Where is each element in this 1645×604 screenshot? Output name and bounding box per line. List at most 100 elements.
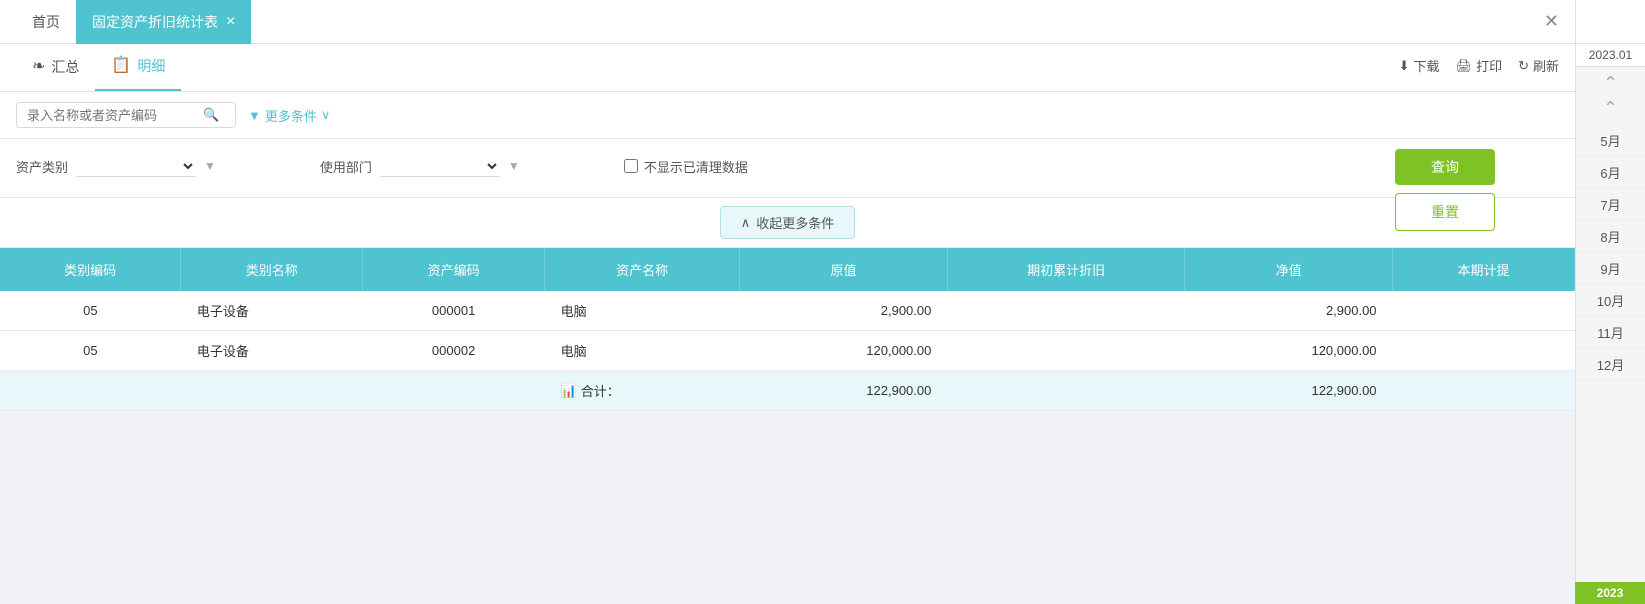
print-label: 打印 <box>1476 56 1502 75</box>
sidebar-top <box>1576 0 1645 44</box>
col-accum-depr: 期初累计折旧 <box>947 248 1185 291</box>
query-button[interactable]: 查询 <box>1395 149 1495 185</box>
total-net-value: 122,900.00 <box>1185 371 1393 411</box>
nav-tab-fixed-assets[interactable]: 固定资产折旧统计表 × <box>76 0 251 44</box>
more-conditions-toggle[interactable]: ▼ 更多条件 ∨ <box>248 106 330 125</box>
print-icon: 🖨 <box>1456 58 1473 74</box>
data-table-wrap: 类别编码 类别名称 资产编码 资产名称 原值 期初累计折旧 净值 本期计提 05… <box>0 248 1575 411</box>
nav-home[interactable]: 首页 <box>16 0 76 44</box>
cell-original: 120,000.00 <box>740 331 948 371</box>
cell-cat-name: 电子设备 <box>181 331 363 371</box>
window-close-icon[interactable]: ✕ <box>1544 11 1559 32</box>
col-net-value: 净值 <box>1185 248 1393 291</box>
sub-tabs-bar: ❧ 汇总 📋 明细 ⬇ 下载 🖨 打印 ↻ 刷新 <box>0 44 1575 92</box>
refresh-label: 刷新 <box>1533 56 1559 75</box>
refresh-icon: ↻ <box>1518 58 1529 74</box>
total-text: 合计： <box>581 381 620 400</box>
refresh-button[interactable]: ↻ 刷新 <box>1518 56 1559 75</box>
asset-type-select[interactable] <box>76 155 196 177</box>
filter-icon: ▼ <box>248 108 261 123</box>
cell-accum-depr <box>947 291 1185 331</box>
more-conditions-label: 更多条件 <box>265 106 317 125</box>
nav-tab-label: 固定资产折旧统计表 <box>92 0 218 44</box>
department-filter: 使用部门 ▼ <box>320 155 520 177</box>
filter-area: 资产类别 ▼ 使用部门 ▼ 不显示已清理数据 查询 重置 <box>0 139 1575 198</box>
asset-type-chevron: ▼ <box>204 159 216 173</box>
total-label-cell <box>0 371 545 411</box>
department-select[interactable] <box>380 155 500 177</box>
col-asset-code: 资产编码 <box>363 248 545 291</box>
nav-tab-close-icon[interactable]: × <box>226 0 235 44</box>
sidebar-month-item[interactable]: 12月 <box>1576 349 1645 381</box>
department-chevron: ▼ <box>508 159 520 173</box>
data-table: 类别编码 类别名称 资产编码 资产名称 原值 期初累计折旧 净值 本期计提 05… <box>0 248 1575 411</box>
total-row: 📊 合计： 122,900.00 122,900.00 <box>0 371 1575 411</box>
sidebar-month-item[interactable]: 8月 <box>1576 221 1645 253</box>
month-list: 5月6月7月8月9月10月11月12月 <box>1576 125 1645 381</box>
date-display: 2023.01 <box>1576 44 1645 67</box>
reset-button[interactable]: 重置 <box>1395 193 1495 231</box>
col-original: 原值 <box>740 248 948 291</box>
print-button[interactable]: 🖨 打印 <box>1456 56 1503 75</box>
cell-cat-code: 05 <box>0 331 181 371</box>
col-cat-code: 类别编码 <box>0 248 181 291</box>
total-original: 122,900.00 <box>740 371 948 411</box>
sidebar-month-item[interactable]: 10月 <box>1576 285 1645 317</box>
cell-cat-name: 电子设备 <box>181 291 363 331</box>
more-conditions-chevron: ∨ <box>321 107 331 123</box>
hide-cleared-filter: 不显示已清理数据 <box>624 157 748 176</box>
sidebar-month-item[interactable]: 6月 <box>1576 157 1645 189</box>
cell-original: 2,900.00 <box>740 291 948 331</box>
year-label: 2023 <box>1575 582 1645 604</box>
tab-detail-label: 明细 <box>137 42 165 90</box>
asset-type-filter: 资产类别 ▼ <box>16 155 216 177</box>
sidebar-up2-icon[interactable]: ⌃ <box>1603 96 1618 121</box>
cell-current-depr <box>1393 331 1575 371</box>
collapse-button[interactable]: ∧ 收起更多条件 <box>720 206 856 239</box>
col-cat-name: 类别名称 <box>181 248 363 291</box>
filter-row: 资产类别 ▼ 使用部门 ▼ 不显示已清理数据 查询 重置 <box>16 155 1559 177</box>
detail-icon: 📋 <box>111 42 131 90</box>
asset-type-label: 资产类别 <box>16 157 68 176</box>
hide-cleared-label: 不显示已清理数据 <box>644 157 748 176</box>
total-icon: 📊 <box>561 383 577 399</box>
col-current-depr: 本期计提 <box>1393 248 1575 291</box>
right-sidebar: 2023.01 ⌃ ⌃ 5月6月7月8月9月10月11月12月 2023 <box>1575 0 1645 604</box>
sidebar-month-item[interactable]: 11月 <box>1576 317 1645 349</box>
collapse-label: 收起更多条件 <box>756 213 834 232</box>
cell-asset-code: 000001 <box>363 291 545 331</box>
collapse-icon: ∧ <box>741 215 751 231</box>
table-row: 05 电子设备 000001 电脑 2,900.00 2,900.00 <box>0 291 1575 331</box>
cell-cat-code: 05 <box>0 291 181 331</box>
collapse-bar: ∧ 收起更多条件 <box>0 198 1575 248</box>
tab-summary-label: 汇总 <box>51 43 79 91</box>
download-icon: ⬇ <box>1399 58 1410 74</box>
total-label: 📊 合计： <box>545 371 740 410</box>
hide-cleared-checkbox[interactable] <box>624 159 638 173</box>
top-nav: 首页 固定资产折旧统计表 × ✕ <box>0 0 1575 44</box>
sidebar-month-item[interactable]: 5月 <box>1576 125 1645 157</box>
summary-icon: ❧ <box>32 43 45 91</box>
sidebar-nav-up: ⌃ ⌃ <box>1576 67 1645 125</box>
cell-asset-code: 000002 <box>363 331 545 371</box>
sidebar-month-item[interactable]: 7月 <box>1576 189 1645 221</box>
download-label: 下载 <box>1414 56 1440 75</box>
toolbar: ⬇ 下载 🖨 打印 ↻ 刷新 <box>1399 56 1559 75</box>
cell-current-depr <box>1393 291 1575 331</box>
total-current-depr <box>1393 371 1575 411</box>
tab-summary[interactable]: ❧ 汇总 <box>16 43 95 91</box>
tab-detail[interactable]: 📋 明细 <box>95 43 181 91</box>
total-accum-depr <box>947 371 1185 411</box>
table-header-row: 类别编码 类别名称 资产编码 资产名称 原值 期初累计折旧 净值 本期计提 <box>0 248 1575 291</box>
search-input-wrap[interactable]: 🔍 <box>16 102 236 128</box>
search-icon: 🔍 <box>203 107 219 123</box>
sidebar-up-icon[interactable]: ⌃ <box>1603 71 1618 96</box>
cell-net-value: 120,000.00 <box>1185 331 1393 371</box>
sidebar-month-item[interactable]: 9月 <box>1576 253 1645 285</box>
table-body: 05 电子设备 000001 电脑 2,900.00 2,900.00 05 电… <box>0 291 1575 411</box>
download-button[interactable]: ⬇ 下载 <box>1399 56 1440 75</box>
col-asset-name: 资产名称 <box>545 248 740 291</box>
search-input[interactable] <box>27 108 197 123</box>
search-bar: 🔍 ▼ 更多条件 ∨ <box>0 92 1575 139</box>
cell-accum-depr <box>947 331 1185 371</box>
